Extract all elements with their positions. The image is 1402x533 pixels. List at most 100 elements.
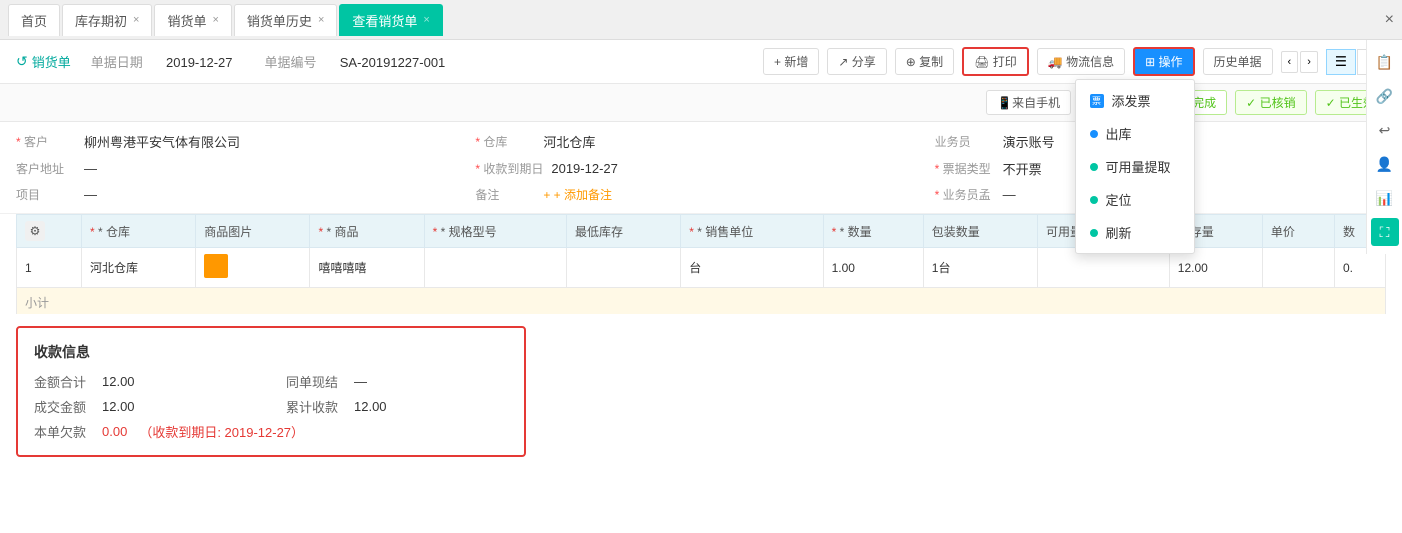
sold-check-icon: ✓ (1246, 96, 1256, 110)
tab-history-close[interactable]: × (318, 14, 324, 26)
sales-staff-value: — (1003, 187, 1016, 202)
cell-unit-price (1262, 248, 1334, 288)
col-warehouse: * * 仓库 (82, 215, 196, 248)
col-unit: * * 销售单位 (681, 215, 823, 248)
plus-icon: + (554, 188, 561, 202)
subtotal-label: 小计 (17, 288, 1386, 315)
tab-view-close[interactable]: × (423, 14, 429, 26)
settlement-label: 同单现结 (286, 372, 346, 391)
arrears-row: 本单欠款 0.00 （收款到期日: 2019-12-27） (34, 422, 508, 441)
copy-button[interactable]: ⊕ 复制 (895, 48, 954, 75)
history-button[interactable]: 历史单据 (1203, 48, 1273, 75)
share-icon: ↗ (838, 55, 848, 69)
menu-available-pickup[interactable]: 可用量提取 (1076, 150, 1194, 183)
address-value: — (84, 161, 97, 176)
gear-icon[interactable]: ⚙ (25, 221, 45, 241)
sidebar-icon-link[interactable]: 🔗 (1371, 82, 1399, 110)
due-date-field: 收款到期日 2019-12-27 (475, 159, 926, 178)
tab-inventory-init[interactable]: 库存期初 × (62, 4, 152, 36)
from-mobile-button[interactable]: 📱 来自手机 (986, 90, 1071, 115)
total-amount-value: 12.00 (102, 374, 135, 389)
right-sidebar: 📋 🔗 ↩ 👤 📊 ⛶ (1366, 40, 1402, 254)
tab-bar-close[interactable]: × (1385, 11, 1394, 29)
tab-sales-order[interactable]: 销货单 × (154, 4, 231, 36)
col-unit-price: 单价 (1262, 215, 1334, 248)
doc-no-label: 单据编号 SA-20191227-001 (265, 52, 462, 71)
transaction-value: 12.00 (102, 399, 135, 414)
operation-button[interactable]: ⊞ 操作 (1133, 47, 1194, 76)
truck-icon: 🚚 (1048, 55, 1063, 69)
doc-type-badge: ↺ 销货单 (16, 52, 71, 71)
doc-type-icon: ↺ (16, 53, 28, 70)
address-label: 客户地址 (16, 160, 76, 177)
ticket-value: 不开票 (1003, 159, 1042, 178)
ticket-label: 票据类型 (935, 160, 995, 177)
tab-home-label: 首页 (21, 11, 47, 30)
project-field: 项目 — (16, 186, 467, 203)
warehouse-value: 河北仓库 (543, 132, 595, 151)
next-button[interactable]: › (1300, 51, 1318, 73)
warehouse-label: 仓库 (475, 133, 535, 150)
tab-home[interactable]: 首页 (8, 4, 60, 36)
tab-sales-label: 销货单 (167, 11, 206, 30)
col-settings[interactable]: ⚙ (17, 215, 82, 248)
cell-product-img (196, 248, 310, 288)
arrears-value: 0.00 (102, 424, 127, 439)
tab-history-label: 销货单历史 (247, 11, 312, 30)
logistics-button[interactable]: 🚚 物流信息 (1037, 48, 1125, 75)
operation-dropdown: ⊞ 操作 票 添发票 出库 可用量提取 (1133, 47, 1194, 76)
sidebar-icon-expand[interactable]: ⛶ (1371, 218, 1399, 246)
tab-view-label: 查看销货单 (352, 11, 417, 30)
menu-outbound[interactable]: 出库 (1076, 117, 1194, 150)
list-view-button[interactable]: ☰ (1326, 49, 1356, 75)
menu-add-invoice[interactable]: 票 添发票 (1076, 84, 1194, 117)
tab-bar: 首页 库存期初 × 销货单 × 销货单历史 × 查看销货单 × × (0, 0, 1402, 40)
cumulative-row: 累计收款 12.00 (286, 397, 508, 416)
customer-value: 柳州粤港平安气体有限公司 (84, 132, 240, 151)
note-field: 备注 + 添加备注 (475, 186, 926, 203)
arrears-note: （收款到期日: 2019-12-27） (139, 422, 304, 441)
doc-header: ↺ 销货单 单据日期 2019-12-27 单据编号 SA-20191227-0… (0, 40, 1402, 84)
cell-warehouse: 河北仓库 (82, 248, 196, 288)
nav-arrows: ‹ › (1281, 51, 1318, 73)
print-button[interactable]: 🖨 打印 (962, 47, 1029, 76)
sold-button[interactable]: ✓ 已核销 (1235, 90, 1306, 115)
sidebar-icon-copy[interactable]: 📋 (1371, 48, 1399, 76)
cell-pack-qty: 1台 (923, 248, 1037, 288)
toolbar-right: + 新增 ↗ 分享 ⊕ 复制 🖨 打印 🚚 物流信息 ⊞ 操作 (763, 47, 1386, 76)
sidebar-icon-chart[interactable]: 📊 (1371, 184, 1399, 212)
project-label: 项目 (16, 186, 76, 203)
sidebar-icon-user[interactable]: 👤 (1371, 150, 1399, 178)
product-image (204, 254, 228, 278)
mobile-icon: 📱 (997, 96, 1012, 110)
outbound-dot (1090, 130, 1098, 138)
refresh-dot (1090, 229, 1098, 237)
doc-meta: 单据日期 2019-12-27 单据编号 SA-20191227-001 (91, 52, 478, 71)
settlement-value: — (354, 374, 367, 389)
payment-box: 收款信息 金额合计 12.00 同单现结 — 成交金额 12.00 累计收款 1… (16, 326, 526, 457)
cell-spec (424, 248, 566, 288)
sidebar-icon-back[interactable]: ↩ (1371, 116, 1399, 144)
add-note-button[interactable]: + 添加备注 (543, 186, 612, 203)
prev-button[interactable]: ‹ (1281, 51, 1299, 73)
col-spec: * * 规格型号 (424, 215, 566, 248)
menu-refresh[interactable]: 刷新 (1076, 216, 1194, 249)
total-amount-label: 金额合计 (34, 372, 94, 391)
cell-product: 嘻嘻嘻嘻 (310, 248, 424, 288)
note-label: 备注 (475, 186, 535, 203)
col-qty: * * 数量 (823, 215, 923, 248)
share-button[interactable]: ↗ 分享 (827, 48, 886, 75)
project-value: — (84, 187, 97, 202)
menu-locate[interactable]: 定位 (1076, 183, 1194, 216)
tab-sales-close[interactable]: × (212, 14, 218, 26)
tab-inventory-close[interactable]: × (133, 14, 139, 26)
tab-sales-history[interactable]: 销货单历史 × (234, 4, 337, 36)
transaction-label: 成交金额 (34, 397, 94, 416)
operation-menu: 票 添发票 出库 可用量提取 定位 (1075, 79, 1195, 254)
locate-dot (1090, 196, 1098, 204)
cell-unit: 台 (681, 248, 823, 288)
new-button[interactable]: + 新增 (763, 48, 819, 75)
tab-view-sales[interactable]: 查看销货单 × (339, 4, 442, 36)
add-invoice-icon: 票 (1090, 94, 1104, 108)
payment-title: 收款信息 (34, 342, 508, 362)
